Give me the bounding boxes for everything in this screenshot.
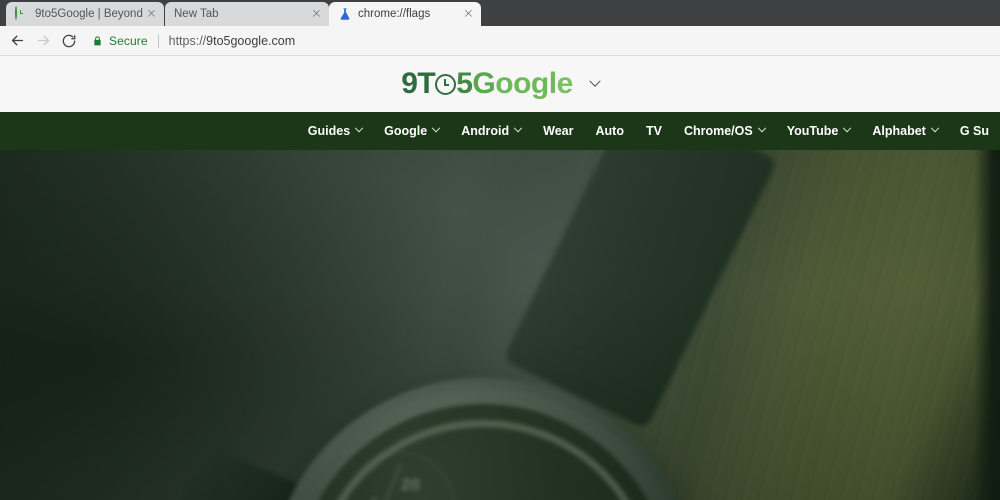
chevron-down-icon <box>843 123 852 133</box>
logo-part-3: G <box>472 67 496 100</box>
chevron-down-icon <box>431 123 441 133</box>
tab-title: New Tab <box>174 8 219 20</box>
hero-gradient-overlay <box>0 150 1000 500</box>
nav-item-tv[interactable]: TV <box>635 112 673 150</box>
nav-item-label: TV <box>645 124 662 138</box>
site-header: 9T 5 G oogl e <box>0 56 1000 112</box>
nav-item-google[interactable]: Google <box>373 112 450 150</box>
nav-item-android[interactable]: Android <box>450 112 532 150</box>
logo-part-2: 5 <box>456 67 473 100</box>
url-host: 9to5google.com <box>206 33 296 48</box>
chevron-down-icon <box>930 123 940 133</box>
chevron-down-icon <box>757 123 766 133</box>
nav-item-label: Auto <box>595 124 624 138</box>
nav-item-list: Guides Google Android Wear Auto TV Chrom… <box>297 112 1000 150</box>
nav-item-label: Chrome/OS <box>683 124 753 138</box>
tab-title: chrome://flags <box>358 8 431 20</box>
hero-image[interactable]: 20 1 2 5 3 <box>0 150 1000 500</box>
close-icon[interactable]: × <box>462 8 475 21</box>
clock-icon <box>435 73 457 95</box>
nav-item-wear[interactable]: Wear <box>532 112 584 150</box>
nav-item-guides[interactable]: Guides <box>297 112 373 150</box>
nav-item-label: YouTube <box>786 124 839 138</box>
browser-window: 9to5Google | Beyond Go × New Tab × chrom… <box>0 0 1000 500</box>
tab-title: 9to5Google | Beyond Go <box>35 8 143 20</box>
omnibox-divider <box>157 33 159 48</box>
security-status-label: Secure <box>109 33 148 48</box>
url-scheme: https:// <box>168 33 207 48</box>
nav-item-label: Alphabet <box>872 124 926 138</box>
back-arrow-icon[interactable] <box>4 28 30 54</box>
address-bar[interactable]: Secure https://9to5google.com <box>82 30 1000 52</box>
site-logo[interactable]: 9T 5 G oogl e <box>401 67 573 101</box>
page-viewport: 9T 5 G oogl e Guides Google Android Wear… <box>0 56 1000 500</box>
browser-tab-chrome-flags[interactable]: chrome://flags × <box>329 2 481 26</box>
reload-icon[interactable] <box>56 28 82 54</box>
close-icon[interactable]: × <box>145 8 158 21</box>
nav-item-label: Android <box>461 124 510 138</box>
nav-item-label: Wear <box>543 124 574 138</box>
nav-item-label: Guides <box>307 124 351 138</box>
nav-item-chrome-os[interactable]: Chrome/OS <box>673 112 776 150</box>
lock-icon <box>92 35 103 47</box>
chevron-down-icon <box>354 123 364 133</box>
browser-tab-9to5google[interactable]: 9to5Google | Beyond Go × <box>6 2 164 26</box>
tab-strip: 9to5Google | Beyond Go × New Tab × chrom… <box>0 0 1000 26</box>
logo-part-1: 9T <box>401 67 436 100</box>
logo-part-4: oogl <box>495 67 557 100</box>
address-bar-url: https://9to5google.com <box>169 34 295 48</box>
chevron-down-icon <box>513 123 523 133</box>
nav-item-alphabet[interactable]: Alphabet <box>861 112 948 150</box>
nav-item-g-suite[interactable]: G Su <box>949 112 1000 150</box>
nav-item-auto[interactable]: Auto <box>585 112 635 150</box>
hero-photo: 20 1 2 5 3 <box>0 150 1000 500</box>
chevron-down-icon[interactable] <box>589 75 601 93</box>
nav-item-label: Google <box>384 124 428 138</box>
browser-toolbar: Secure https://9to5google.com <box>0 26 1000 56</box>
close-icon[interactable]: × <box>310 8 323 21</box>
forward-arrow-icon <box>30 28 56 54</box>
nav-item-youtube[interactable]: YouTube <box>776 112 862 150</box>
nav-item-label: G Su <box>959 124 989 138</box>
site-nav: Guides Google Android Wear Auto TV Chrom… <box>0 112 1000 150</box>
logo-part-5: e <box>556 67 574 100</box>
browser-tab-new-tab[interactable]: New Tab × <box>165 2 329 26</box>
flask-icon <box>338 7 352 21</box>
clock-icon <box>15 6 29 21</box>
